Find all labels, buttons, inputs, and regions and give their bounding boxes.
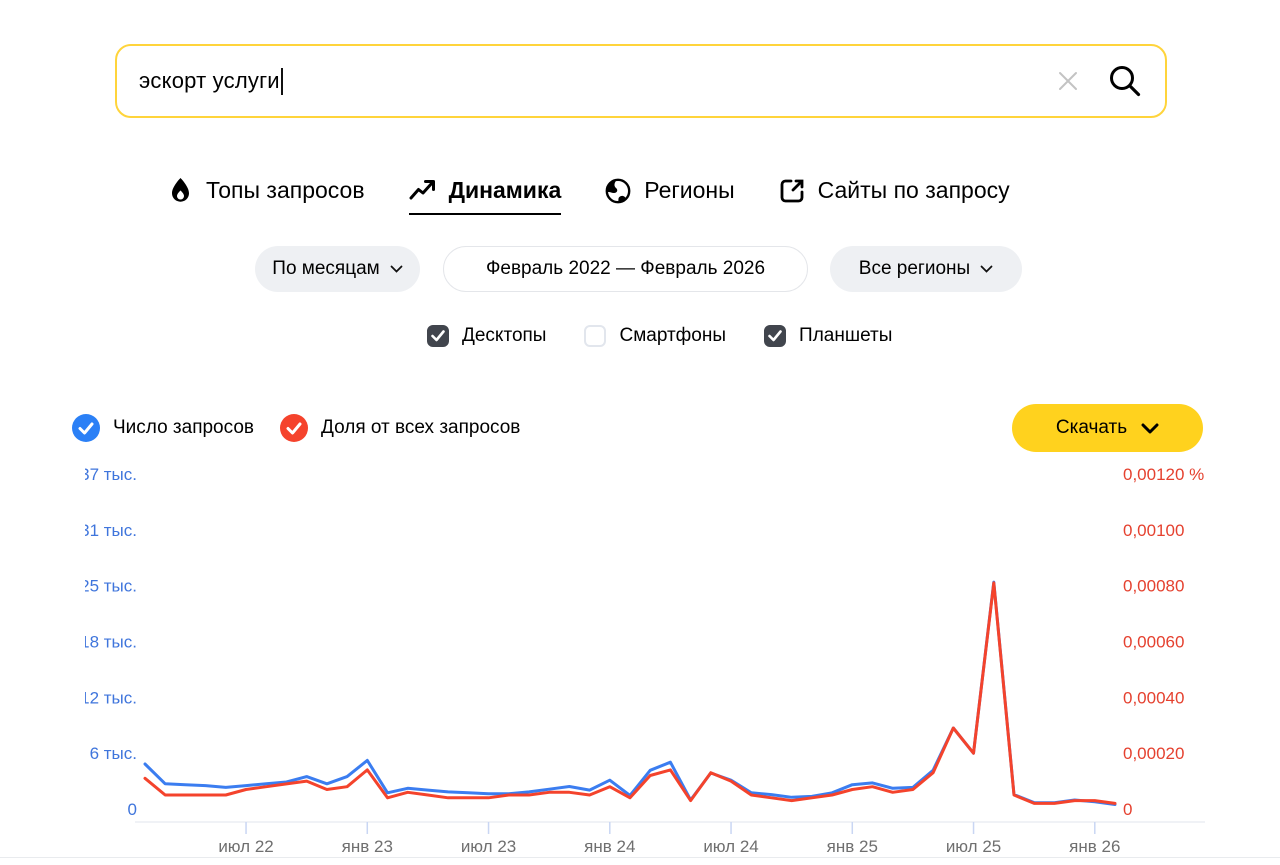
search-input[interactable]: эскорт услуги <box>115 44 1167 118</box>
svg-text:янв 24: янв 24 <box>584 837 635 856</box>
region-value: Все регионы <box>858 258 971 279</box>
text-caret <box>280 67 283 95</box>
chart-canvas: 37 тыс. 31 тыс. 25 тыс. 18 тыс. 12 тыс. 6 тыс… <box>80 465 1205 856</box>
legend-check-red <box>280 414 308 442</box>
checkbox-box <box>584 325 607 347</box>
view-tabs: Топы запросов Динамика Регионы Сайты по … <box>168 177 1010 215</box>
svg-text:18 тыс.: 18 тыс. <box>85 633 137 652</box>
device-filters: Десктопы Смартфоны Планшеты <box>427 325 892 347</box>
group-by-value: По месяцам <box>272 258 380 279</box>
page-bottom-divider <box>0 857 1280 858</box>
clear-search-button[interactable] <box>1055 68 1081 94</box>
download-label: Скачать <box>1055 417 1128 438</box>
svg-text:31 тыс.: 31 тыс. <box>85 521 137 540</box>
flame-icon <box>172 178 189 202</box>
svg-text:0,00100: 0,00100 <box>1123 521 1184 540</box>
svg-text:12 тыс.: 12 тыс. <box>85 688 137 707</box>
dynamics-chart[interactable]: 37 тыс. 31 тыс. 25 тыс. 18 тыс. 12 тыс. 6 тыс… <box>80 460 1205 860</box>
region-dropdown[interactable]: Все регионы <box>830 246 1022 292</box>
chevron-down-icon <box>1141 423 1159 433</box>
checkbox-label: Планшеты <box>799 325 893 346</box>
close-icon <box>1059 72 1077 90</box>
tab-sites[interactable]: Сайты по запросу <box>779 177 1010 215</box>
svg-text:янв 25: янв 25 <box>827 837 878 856</box>
legend-label: Число запросов <box>113 417 254 438</box>
group-by-dropdown[interactable]: По месяцам <box>255 246 420 292</box>
chevron-down-icon <box>390 265 403 273</box>
checkbox-desktops[interactable]: Десктопы <box>427 325 546 347</box>
svg-text:0: 0 <box>1123 800 1132 819</box>
legend-label: Доля от всех запросов <box>321 417 521 438</box>
svg-text:0,00020: 0,00020 <box>1123 744 1184 763</box>
chevron-down-icon <box>980 265 993 273</box>
download-button[interactable]: Скачать <box>1012 404 1203 452</box>
chart-legend: Число запросов Доля от всех запросов <box>72 414 520 442</box>
trend-up-icon <box>409 179 435 199</box>
globe-icon <box>605 178 631 203</box>
svg-text:25 тыс.: 25 тыс. <box>85 577 137 596</box>
tab-regions[interactable]: Регионы <box>605 177 735 215</box>
check-icon <box>768 330 782 342</box>
search-query-text: эскорт услуги <box>139 68 280 93</box>
check-icon <box>78 422 94 434</box>
checkbox-label: Десктопы <box>462 325 547 346</box>
legend-check-blue <box>72 414 100 442</box>
svg-text:янв 23: янв 23 <box>342 837 393 856</box>
svg-text:янв 26: янв 26 <box>1069 837 1120 856</box>
tab-label: Динамика <box>448 177 562 203</box>
svg-text:0: 0 <box>128 800 137 819</box>
tab-label: Сайты по запросу <box>817 177 1010 203</box>
checkbox-box <box>764 325 787 347</box>
svg-text:6 тыс.: 6 тыс. <box>90 744 137 763</box>
svg-text:0,00040: 0,00040 <box>1123 688 1184 707</box>
checkbox-box <box>427 325 449 347</box>
search-submit-button[interactable] <box>1107 63 1143 99</box>
svg-text:июл 22: июл 22 <box>218 837 273 856</box>
search-icon <box>1110 66 1141 97</box>
date-range-picker[interactable]: Февраль 2022 — Февраль 2026 <box>443 246 808 292</box>
svg-text:0,00080: 0,00080 <box>1123 577 1184 596</box>
check-icon <box>286 422 302 434</box>
checkbox-smartphones[interactable]: Смартфоны <box>584 325 726 347</box>
tab-label: Регионы <box>644 177 735 203</box>
svg-text:июл 25: июл 25 <box>946 837 1001 856</box>
svg-text:37 тыс.: 37 тыс. <box>85 465 137 484</box>
legend-query-share[interactable]: Доля от всех запросов <box>280 414 520 442</box>
yandex-wordstat-page: { "search": { "value": "эскорт услуги" }… <box>0 0 1280 862</box>
tab-dynamics[interactable]: Динамика <box>408 177 562 215</box>
checkbox-tablets[interactable]: Планшеты <box>764 325 892 347</box>
external-link-icon <box>780 179 804 202</box>
check-icon <box>431 330 445 342</box>
tab-tops[interactable]: Топы запросов <box>168 177 365 215</box>
legend-query-count[interactable]: Число запросов <box>72 414 254 442</box>
svg-text:0,00060: 0,00060 <box>1123 633 1184 652</box>
date-range-value: Февраль 2022 — Февраль 2026 <box>485 258 766 279</box>
svg-text:0,00120 %: 0,00120 % <box>1123 465 1204 484</box>
checkbox-label: Смартфоны <box>619 325 727 346</box>
tab-label: Топы запросов <box>206 177 365 203</box>
svg-text:июл 24: июл 24 <box>703 837 758 856</box>
svg-text:июл 23: июл 23 <box>461 837 516 856</box>
